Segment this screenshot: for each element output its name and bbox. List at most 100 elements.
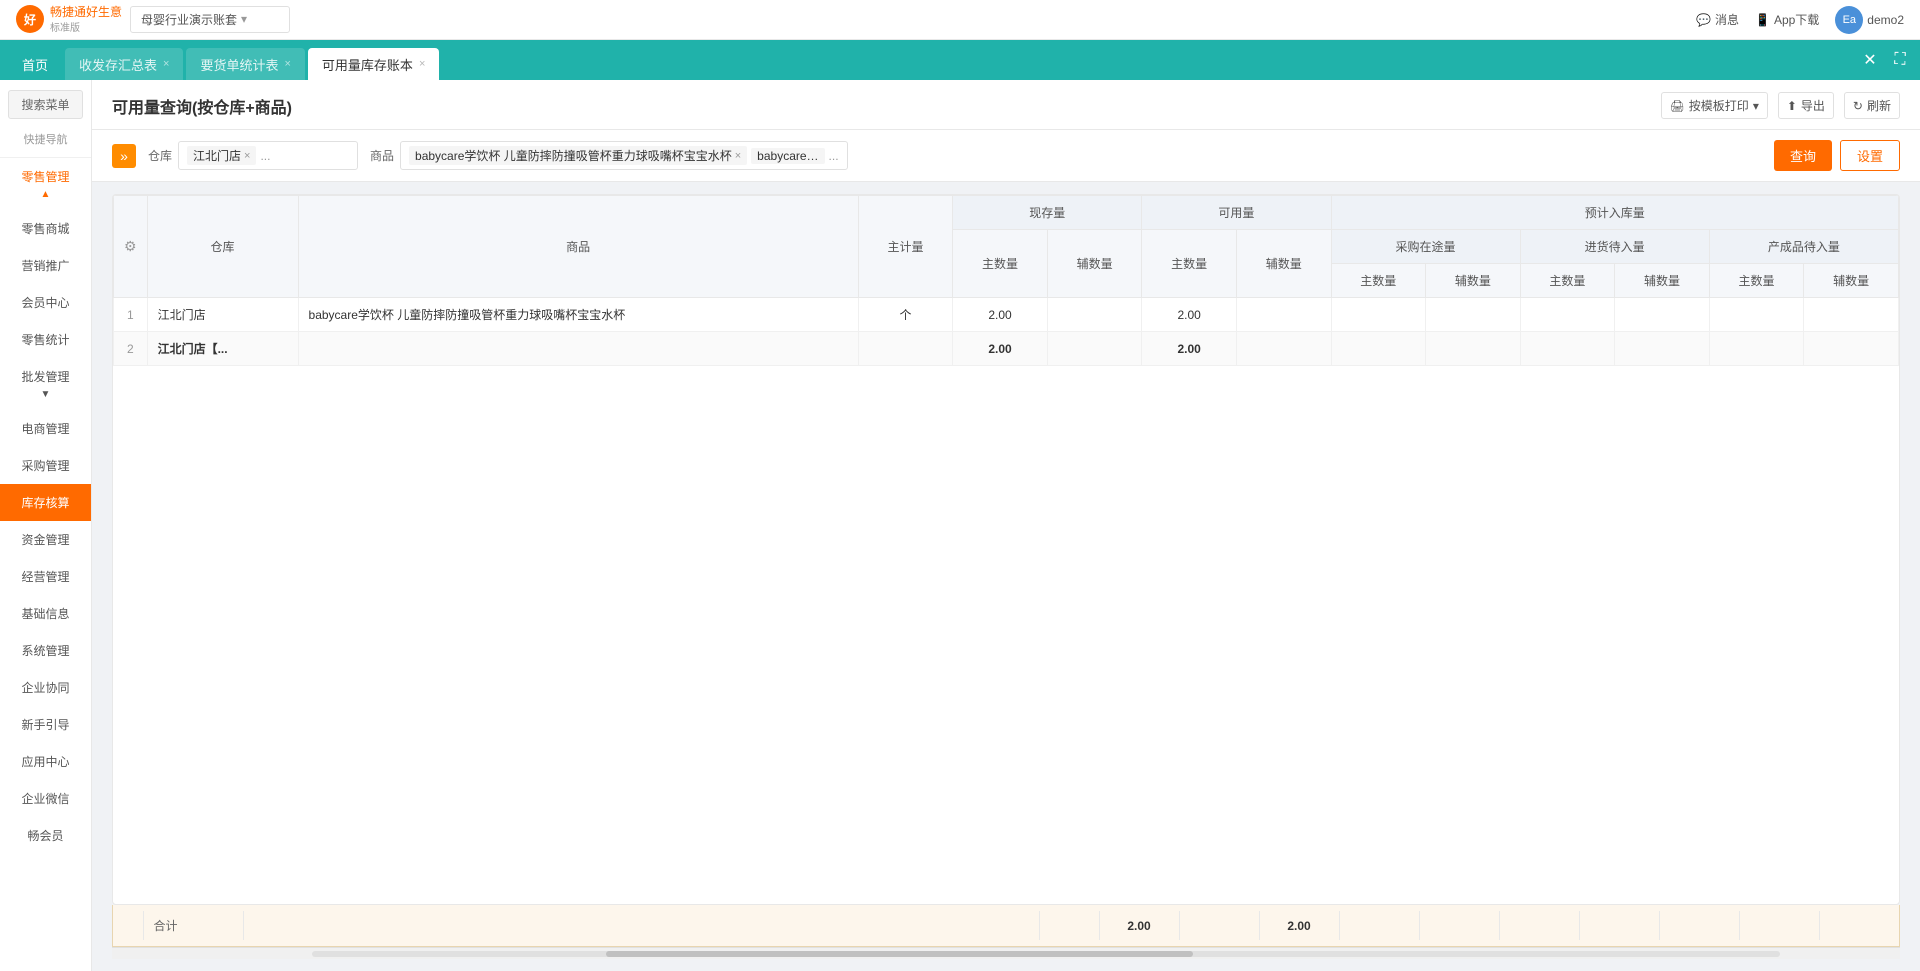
tab-order-stats-close[interactable]: × — [284, 58, 290, 70]
tab-available-stock-close[interactable]: × — [419, 58, 425, 70]
top-bar: 好 畅捷通好生意 标准版 母婴行业演示账套 ▾ 💬 消息 📱 App下载 Ea … — [0, 0, 1920, 40]
sidebar-item-business-mgmt[interactable]: 经营管理 — [0, 558, 91, 595]
row-1-index: 1 — [114, 298, 148, 332]
row-2-incoming-aux — [1615, 332, 1710, 366]
footer-purchase-aux-total — [1499, 911, 1579, 940]
chevron-down-icon: ▾ — [241, 12, 247, 26]
sidebar-item-retail-mgmt[interactable]: 零售管理 ▲ — [0, 158, 91, 210]
product-tag1-remove[interactable]: × — [735, 150, 741, 162]
row-1-stock-main: 2.00 — [953, 298, 1048, 332]
sidebar-item-finance-mgmt[interactable]: 资金管理 — [0, 521, 91, 558]
row-1-stock-aux — [1047, 298, 1142, 332]
sidebar-item-member-plus[interactable]: 畅会员 — [0, 817, 91, 854]
warehouse-filter-field: 仓库 江北门店 × ... — [148, 141, 358, 170]
sidebar-item-enterprise-collab[interactable]: 企业协同 — [0, 669, 91, 706]
sidebar-item-new-guide[interactable]: 新手引导 — [0, 706, 91, 743]
row-2-production-aux — [1804, 332, 1899, 366]
page-header: 可用量查询(按仓库+商品) 🖨 按模板打印 ▾ ⬆ 导出 ↻ 刷新 — [92, 80, 1920, 130]
col-settings-header: ⚙ — [114, 196, 148, 298]
sidebar-quick-nav: 快捷导航 — [0, 125, 91, 158]
message-icon: 💬 — [1696, 13, 1711, 27]
sidebar-purchase-mgmt-label: 采购管理 — [21, 457, 69, 474]
sidebar-enterprise-collab-label: 企业协同 — [21, 679, 69, 696]
horizontal-scrollbar-track[interactable] — [312, 951, 1780, 957]
horizontal-scrollbar-thumb[interactable] — [606, 951, 1193, 957]
tab-order-stats[interactable]: 要货单统计表 × — [186, 48, 304, 80]
username: demo2 — [1867, 13, 1904, 27]
col-purchase-main-header: 主数量 — [1331, 264, 1426, 298]
tab-available-stock-label: 可用量库存账本 — [322, 55, 413, 74]
export-btn[interactable]: ⬆ 导出 — [1778, 92, 1834, 119]
sidebar-retail-mall-label: 零售商城 — [21, 220, 69, 237]
sidebar-item-system-mgmt[interactable]: 系统管理 — [0, 632, 91, 669]
sidebar-new-guide-label: 新手引导 — [21, 716, 69, 733]
col-incoming-group-header: 进货待入量 — [1520, 230, 1709, 264]
sidebar-basic-info-label: 基础信息 — [21, 605, 69, 622]
product-tag1-value: babycare学饮杯 儿童防摔防撞吸管杯重力球吸嘴杯宝宝水杯 — [415, 147, 732, 164]
filter-toggle-btn[interactable]: » — [112, 144, 136, 168]
sidebar-item-wholesale-mgmt[interactable]: 批发管理 ▼ — [0, 358, 91, 410]
org-selector[interactable]: 母婴行业演示账套 ▾ — [130, 6, 290, 33]
product-tag2-value: babycare… — [757, 149, 818, 163]
row-2-available-aux — [1236, 332, 1331, 366]
col-purchase-aux-header: 辅数量 — [1426, 264, 1521, 298]
footer-available-main-total: 2.00 — [1259, 911, 1339, 940]
sidebar-item-member-center[interactable]: 会员中心 — [0, 284, 91, 321]
product-more-icon[interactable]: ... — [829, 149, 839, 163]
avatar: Ea — [1835, 6, 1863, 34]
row-2-warehouse: 江北门店【... — [147, 332, 298, 366]
sidebar-item-app-center[interactable]: 应用中心 — [0, 743, 91, 780]
sidebar-item-retail-stats[interactable]: 零售统计 — [0, 321, 91, 358]
footer-purchase-main-total — [1419, 911, 1499, 940]
col-purchase-group-header: 采购在途量 — [1331, 230, 1520, 264]
product-tag2: babycare… — [751, 148, 824, 164]
sidebar-ecommerce-label: 电商管理 — [21, 420, 69, 437]
settings-button[interactable]: 设置 — [1840, 140, 1900, 171]
row-1-purchase-main — [1331, 298, 1426, 332]
fullscreen-icon[interactable]: ⛶ — [1888, 48, 1912, 72]
message-btn[interactable]: 💬 消息 — [1696, 11, 1739, 28]
tab-receipt-summary[interactable]: 收发存汇总表 × — [65, 48, 183, 80]
sidebar-app-center-label: 应用中心 — [21, 753, 69, 770]
product-input[interactable]: babycare学饮杯 儿童防摔防撞吸管杯重力球吸嘴杯宝宝水杯 × babyca… — [400, 141, 848, 170]
gear-icon[interactable]: ⚙ — [124, 238, 137, 254]
footer-empty2 — [243, 911, 1039, 940]
print-btn[interactable]: 🖨 按模板打印 ▾ — [1661, 92, 1768, 119]
sidebar-item-purchase-mgmt[interactable]: 采购管理 — [0, 447, 91, 484]
table-area: ⚙ 仓库 商品 主计量 现存量 可用量 预计入库量 主数量 辅数量 — [92, 182, 1920, 971]
app-download-btn[interactable]: 📱 App下载 — [1755, 11, 1819, 28]
footer-incoming-aux-total — [1659, 911, 1739, 940]
tab-home[interactable]: 首页 — [8, 48, 62, 80]
query-button[interactable]: 查询 — [1774, 140, 1832, 171]
search-menu-btn[interactable]: 搜索菜单 — [8, 90, 83, 119]
row-1-available-aux — [1236, 298, 1331, 332]
page-actions: 🖨 按模板打印 ▾ ⬆ 导出 ↻ 刷新 — [1661, 92, 1900, 119]
sidebar: 搜索菜单 快捷导航 零售管理 ▲ 零售商城 营销推广 会员中心 零售统计 批发管… — [0, 80, 92, 971]
user-area[interactable]: Ea demo2 — [1835, 6, 1904, 34]
tab-available-stock[interactable]: 可用量库存账本 × — [308, 48, 439, 80]
warehouse-tag-remove[interactable]: × — [244, 150, 250, 162]
sidebar-item-marketing[interactable]: 营销推广 — [0, 247, 91, 284]
sidebar-finance-mgmt-label: 资金管理 — [21, 531, 69, 548]
close-window-icon[interactable]: ✕ — [1858, 48, 1882, 72]
table-footer: 合计 2.00 2.00 — [112, 905, 1900, 947]
table-row: 1 江北门店 babycare学饮杯 儿童防摔防撞吸管杯重力球吸嘴杯宝宝水杯 个… — [114, 298, 1899, 332]
sidebar-item-retail-mall[interactable]: 零售商城 — [0, 210, 91, 247]
col-forecast-group-header: 预计入库量 — [1331, 196, 1899, 230]
sidebar-item-ecommerce[interactable]: 电商管理 — [0, 410, 91, 447]
row-2-product — [298, 332, 858, 366]
footer-table: 合计 2.00 2.00 — [113, 911, 1899, 940]
col-stock-aux-header: 辅数量 — [1047, 230, 1142, 298]
refresh-btn[interactable]: ↻ 刷新 — [1844, 92, 1900, 119]
page-title: 可用量查询(按仓库+商品) — [112, 94, 292, 118]
sidebar-item-enterprise-wechat[interactable]: 企业微信 — [0, 780, 91, 817]
warehouse-more-icon[interactable]: ... — [260, 149, 270, 163]
data-table-wrapper: ⚙ 仓库 商品 主计量 现存量 可用量 预计入库量 主数量 辅数量 — [112, 194, 1900, 905]
sidebar-item-inventory[interactable]: 库存核算 — [0, 484, 91, 521]
sidebar-item-basic-info[interactable]: 基础信息 — [0, 595, 91, 632]
col-available-group-header: 可用量 — [1142, 196, 1331, 230]
tab-order-stats-label: 要货单统计表 — [200, 55, 278, 74]
nav-tabs: 首页 收发存汇总表 × 要货单统计表 × 可用量库存账本 × ✕ ⛶ — [0, 40, 1920, 80]
warehouse-input[interactable]: 江北门店 × ... — [178, 141, 358, 170]
tab-receipt-summary-close[interactable]: × — [163, 58, 169, 70]
